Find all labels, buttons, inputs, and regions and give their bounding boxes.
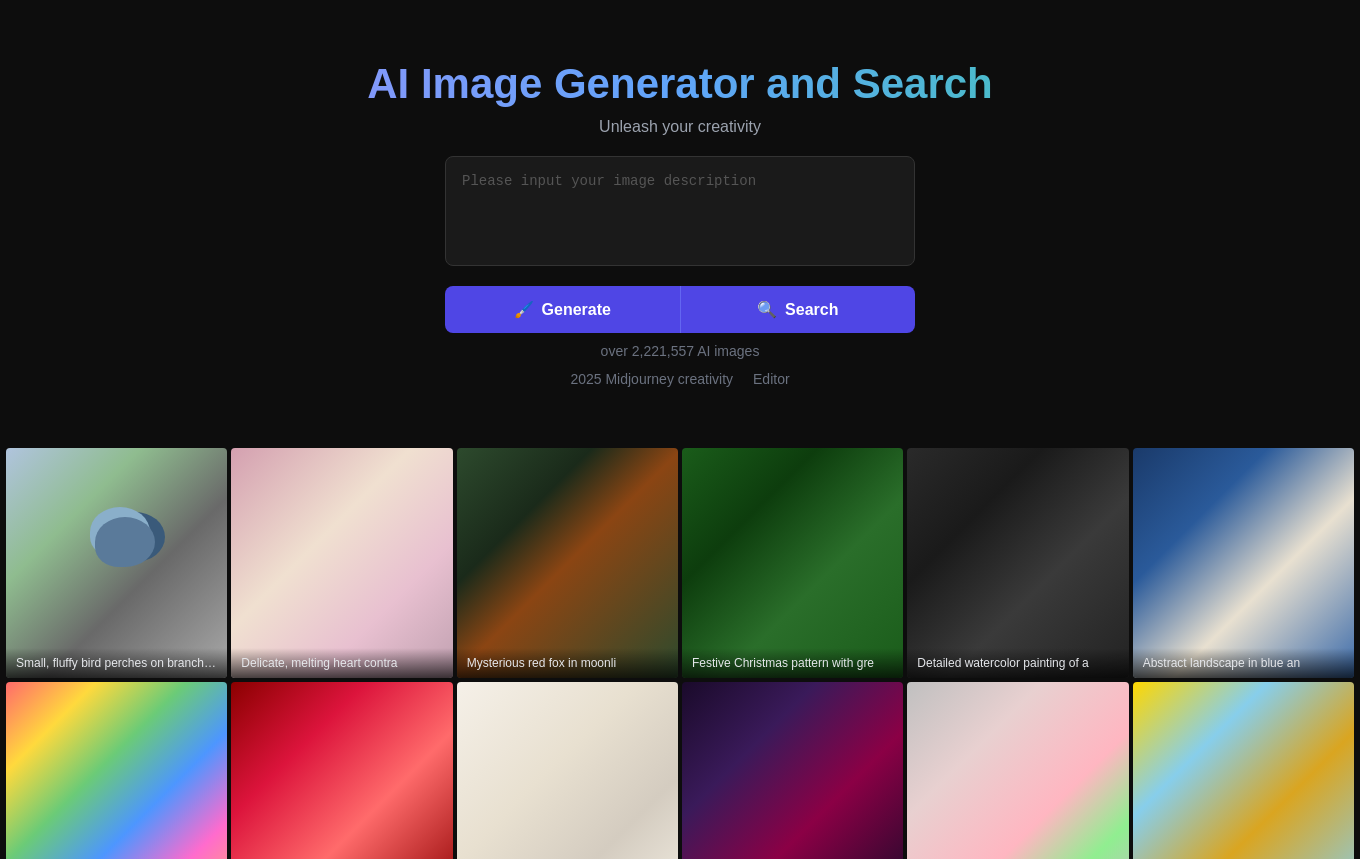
image-count: over 2,221,557 AI images bbox=[20, 343, 1340, 359]
gallery-section: Small, fluffy bird perches on branch in … bbox=[0, 448, 1360, 859]
gallery-row-1: Small, fluffy bird perches on branch in … bbox=[6, 448, 1354, 678]
gallery-image-abstract-blue bbox=[1133, 448, 1354, 678]
gallery-image-fox bbox=[457, 448, 678, 678]
gallery-caption-bird: Small, fluffy bird perches on branch in … bbox=[6, 648, 227, 678]
gallery-caption-mech: Detailed watercolor painting of a bbox=[907, 648, 1128, 678]
generate-button[interactable]: 🖌️ Generate bbox=[445, 286, 680, 333]
gallery-item-colorful[interactable]: Vibrant, abstract painting with dynamic … bbox=[6, 682, 227, 859]
midjourney-link[interactable]: 2025 Midjourney creativity bbox=[570, 371, 733, 388]
hero-section: AI Image Generator and Search Unleash yo… bbox=[0, 0, 1360, 448]
gallery-item-abstract-blue[interactable]: Abstract landscape in blue an bbox=[1133, 448, 1354, 678]
hero-subtitle: Unleash your creativity bbox=[20, 118, 1340, 136]
search-icon: 🔍 bbox=[757, 300, 777, 319]
gallery-item-christmas[interactable]: Festive Christmas pattern with gre bbox=[682, 448, 903, 678]
input-area bbox=[445, 156, 915, 270]
search-button[interactable]: 🔍 Search bbox=[680, 286, 916, 333]
editor-link[interactable]: Editor bbox=[753, 371, 790, 388]
gallery-image-buddha bbox=[1133, 682, 1354, 859]
generate-icon: 🖌️ bbox=[514, 300, 534, 319]
gallery-image-bell bbox=[907, 682, 1128, 859]
nav-links: 2025 Midjourney creativity Editor bbox=[20, 371, 1340, 388]
gallery-item-scifi[interactable]: Lone figure, spacecraft, myste bbox=[682, 682, 903, 859]
gallery-image-scared bbox=[231, 682, 452, 859]
gallery-image-christmas bbox=[682, 448, 903, 678]
gallery-item-mech[interactable]: Detailed watercolor painting of a bbox=[907, 448, 1128, 678]
action-buttons: 🖌️ Generate 🔍 Search bbox=[445, 286, 915, 333]
gallery-item-bird[interactable]: Small, fluffy bird perches on branch in … bbox=[6, 448, 227, 678]
gallery-caption-christmas: Festive Christmas pattern with gre bbox=[682, 648, 903, 678]
gallery-caption-fox: Mysterious red fox in moonli bbox=[457, 648, 678, 678]
generate-label: Generate bbox=[542, 301, 611, 319]
gallery-item-bell[interactable]: Festive Christmas scene with bbox=[907, 682, 1128, 859]
gallery-image-mech bbox=[907, 448, 1128, 678]
gallery-image-heart bbox=[231, 448, 452, 678]
gallery-item-chinese[interactable]: Detailed Chinese paper cut art de bbox=[457, 682, 678, 859]
gallery-image-chinese bbox=[457, 682, 678, 859]
gallery-image-bird bbox=[6, 448, 227, 678]
gallery-image-colorful bbox=[6, 682, 227, 859]
image-description-input[interactable] bbox=[445, 156, 915, 266]
gallery-caption-heart: Delicate, melting heart contra bbox=[231, 648, 452, 678]
gallery-item-buddha[interactable]: Majestic golden Buddha sta bbox=[1133, 682, 1354, 859]
gallery-item-fox[interactable]: Mysterious red fox in moonli bbox=[457, 448, 678, 678]
gallery-item-scared[interactable]: Startled woman's face, sho bbox=[231, 682, 452, 859]
gallery-image-scifi bbox=[682, 682, 903, 859]
search-label: Search bbox=[785, 301, 838, 319]
gallery-item-heart[interactable]: Delicate, melting heart contra bbox=[231, 448, 452, 678]
gallery-caption-abstract-blue: Abstract landscape in blue an bbox=[1133, 648, 1354, 678]
page-title: AI Image Generator and Search bbox=[20, 60, 1340, 108]
gallery-row-2: Vibrant, abstract painting with dynamic … bbox=[6, 682, 1354, 859]
